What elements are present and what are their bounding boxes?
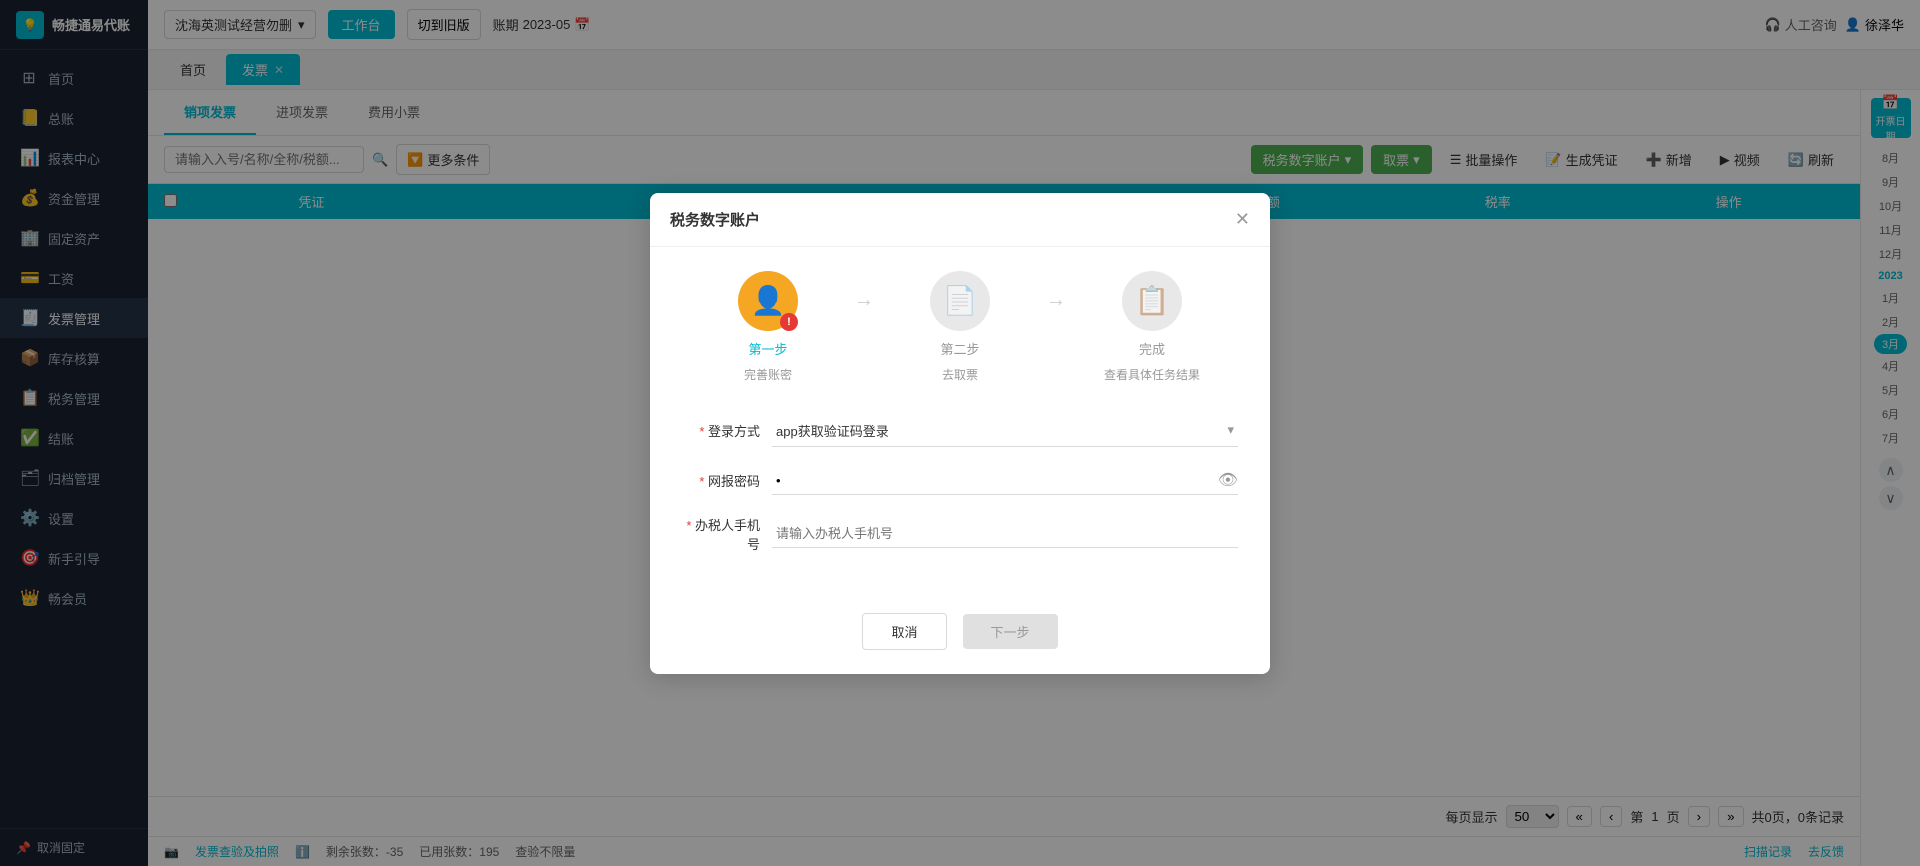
step-arrow-1: → — [854, 271, 874, 312]
eye-icon[interactable]: 👁 — [1218, 470, 1238, 490]
login-method-select[interactable]: app获取验证码登录 ▾ — [772, 415, 1238, 447]
password-input-wrap: 👁 — [772, 467, 1238, 495]
step-arrow-2: → — [1046, 271, 1066, 312]
form-row-login-method: 登录方式 app获取验证码登录 ▾ — [682, 415, 1238, 447]
step-1: 👤 ! 第一步 完善账密 — [682, 271, 854, 383]
step-2-icon: 📄 — [943, 284, 978, 317]
chevron-down-icon: ▾ — [1227, 422, 1234, 438]
modal-close-button[interactable]: ✕ — [1235, 209, 1250, 230]
step-2-icon-wrap: 📄 — [930, 271, 990, 331]
phone-input[interactable] — [772, 520, 1238, 548]
password-input[interactable] — [772, 467, 1218, 494]
password-label: 网报密码 — [682, 471, 772, 490]
step-1-label: 第一步 — [748, 339, 787, 358]
step-1-icon-wrap: 👤 ! — [738, 271, 798, 331]
phone-label: 办税人手机号 — [682, 515, 772, 553]
form-row-phone: 办税人手机号 — [682, 515, 1238, 553]
step-2: 📄 第二步 去取票 — [874, 271, 1046, 383]
step-3-desc: 查看具体任务结果 — [1104, 366, 1200, 383]
next-button[interactable]: 下一步 — [963, 614, 1058, 649]
modal-body: 👤 ! 第一步 完善账密 → 📄 第二步 去取票 — [650, 247, 1270, 597]
form-row-password: 网报密码 👁 — [682, 467, 1238, 495]
step-1-alert: ! — [780, 313, 798, 331]
modal-title: 税务数字账户 — [670, 209, 760, 230]
modal-overlay: 税务数字账户 ✕ 👤 ! 第一步 完善账密 → — [0, 0, 1920, 866]
modal-footer: 取消 下一步 — [650, 597, 1270, 674]
step-3: 📋 完成 查看具体任务结果 — [1066, 271, 1238, 383]
step-3-icon: 📋 — [1135, 284, 1170, 317]
step-2-label: 第二步 — [940, 339, 979, 358]
step-1-desc: 完善账密 — [744, 366, 792, 383]
step-3-label: 完成 — [1139, 339, 1165, 358]
step-3-icon-wrap: 📋 — [1122, 271, 1182, 331]
cancel-button[interactable]: 取消 — [862, 613, 946, 650]
login-method-label: 登录方式 — [682, 421, 772, 440]
login-method-value: app获取验证码登录 — [776, 421, 889, 440]
modal-dialog: 税务数字账户 ✕ 👤 ! 第一步 完善账密 → — [650, 193, 1270, 674]
steps: 👤 ! 第一步 完善账密 → 📄 第二步 去取票 — [682, 271, 1238, 383]
modal-header: 税务数字账户 ✕ — [650, 193, 1270, 247]
app-container: 💡 畅捷通易代账 ⊞ 首页 📒 总账 📊 报表中心 💰 资金管理 🏢 固 — [0, 0, 1920, 866]
step-2-desc: 去取票 — [942, 366, 978, 383]
step-1-icon: 👤 — [751, 284, 786, 317]
